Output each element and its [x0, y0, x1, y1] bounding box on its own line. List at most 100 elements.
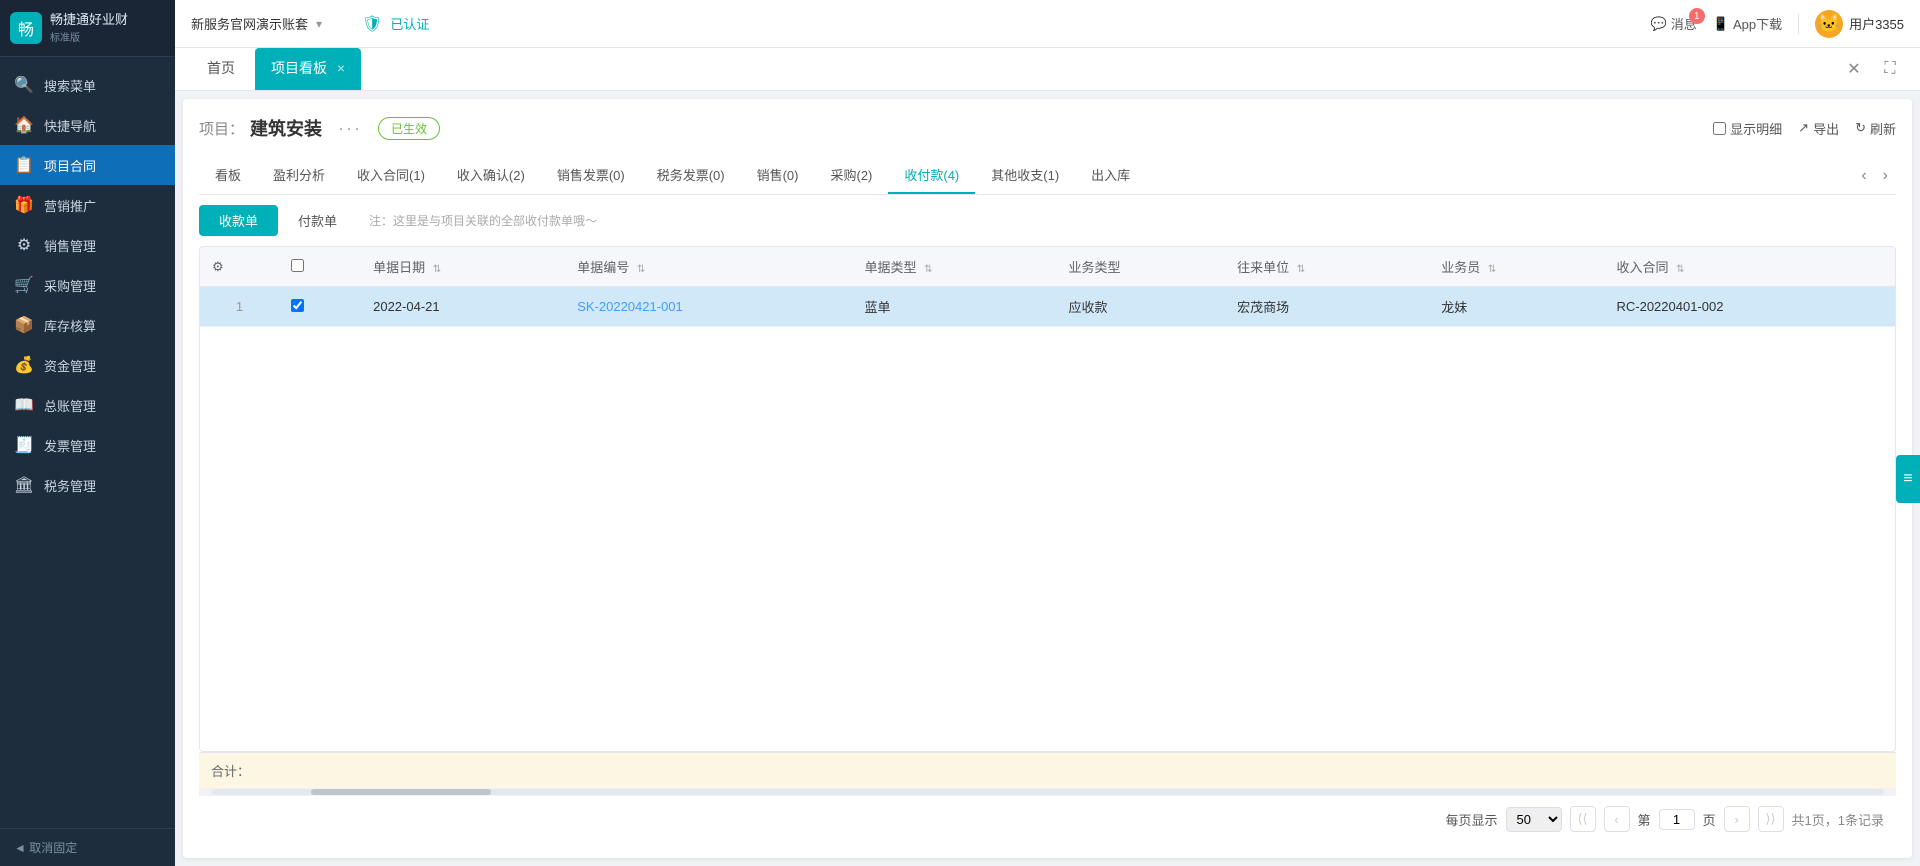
- app-title: 畅捷通好业财: [50, 12, 128, 29]
- sidebar-item-inventory[interactable]: 📦 库存核算: [0, 305, 175, 345]
- bill-number-link[interactable]: SK-20220421-001: [577, 299, 683, 314]
- user-profile-button[interactable]: 🐱 用户3355: [1815, 10, 1904, 38]
- sidebar-item-project-contract[interactable]: 📋 项目合同: [0, 145, 175, 185]
- show-detail-toggle[interactable]: 显示明细: [1713, 119, 1782, 138]
- sidebar-item-capital-mgmt[interactable]: 💰 资金管理: [0, 345, 175, 385]
- content-wrapper: 项目： 建筑安装 ··· 已生效 显示明细 ↗ 导出 ↻ 刷新: [175, 91, 1920, 866]
- project-status-badge: 已生效: [378, 117, 440, 140]
- sidebar-item-tax-mgmt[interactable]: 🏛 税务管理: [0, 465, 175, 505]
- inner-tab-note: 注：这里是与项目关联的全部收付款单哦～: [369, 212, 597, 229]
- sub-tab-income-confirm[interactable]: 收入确认(2): [441, 157, 541, 194]
- float-sidebar-button[interactable]: ≡: [1896, 455, 1920, 503]
- username-label: 用户3355: [1849, 14, 1904, 33]
- sub-tab-sales[interactable]: 销售(0): [741, 157, 815, 194]
- sub-tab-sales-invoice[interactable]: 销售发票(0): [541, 157, 641, 194]
- sub-tab-in-out-label: 出入库: [1091, 168, 1130, 183]
- book-icon: 📖: [14, 395, 34, 415]
- table-income-contract-col[interactable]: 收入合同 ⇅: [1604, 247, 1895, 287]
- refresh-button[interactable]: ↻ 刷新: [1855, 119, 1896, 138]
- tab-project-board[interactable]: 项目看板 ×: [255, 48, 361, 90]
- first-page-button[interactable]: ⟨⟨: [1570, 806, 1596, 832]
- close-window-button[interactable]: ✕: [1840, 55, 1868, 83]
- export-button[interactable]: ↗ 导出: [1798, 119, 1839, 138]
- inner-tabs: 收款单 付款单 注：这里是与项目关联的全部收付款单哦～: [199, 205, 1896, 236]
- sub-tab-tax-invoice-label: 税务发票(0): [657, 168, 725, 183]
- sidebar-label-ledger-mgmt: 总账管理: [44, 396, 96, 415]
- sidebar-item-marketing[interactable]: 🎁 营销推广: [0, 185, 175, 225]
- float-sidebar-icon: ≡: [1903, 470, 1912, 488]
- sub-tab-board-label: 看板: [215, 168, 241, 183]
- sidebar-label-quick-nav: 快捷导航: [44, 116, 96, 135]
- prev-page-button[interactable]: ‹: [1604, 806, 1630, 832]
- tab-project-board-label: 项目看板: [271, 60, 327, 76]
- table-date-col[interactable]: 单据日期 ⇅: [361, 247, 565, 287]
- sub-tab-in-out[interactable]: 出入库: [1075, 157, 1146, 194]
- table-type-col[interactable]: 单据类型 ⇅: [852, 247, 1056, 287]
- sort-icon-income-contract: ⇅: [1676, 264, 1684, 275]
- table-checkbox-col[interactable]: [279, 247, 361, 287]
- sub-tab-receipt[interactable]: 收付款(4): [888, 157, 975, 194]
- export-icon: ↗: [1798, 120, 1809, 136]
- current-page-input[interactable]: [1659, 809, 1695, 830]
- sidebar-item-sales-mgmt[interactable]: ⚙ 销售管理: [0, 225, 175, 265]
- inner-tab-payment-bill[interactable]: 付款单: [278, 205, 357, 236]
- project-label: 项目：: [199, 118, 244, 139]
- sidebar-label-inventory: 库存核算: [44, 316, 96, 335]
- tab-home[interactable]: 首页: [191, 48, 251, 90]
- table-number-col[interactable]: 单据编号 ⇅: [565, 247, 852, 287]
- certified-label: 已认证: [390, 14, 429, 33]
- sidebar-item-invoice-mgmt[interactable]: 🧾 发票管理: [0, 425, 175, 465]
- next-page-button[interactable]: ›: [1724, 806, 1750, 832]
- tabbar: 首页 项目看板 × ✕ ⛶: [175, 48, 1920, 91]
- table-settings-col[interactable]: ⚙: [200, 247, 279, 287]
- scrollbar-thumb[interactable]: [311, 789, 491, 795]
- horizontal-scrollbar[interactable]: [199, 788, 1896, 796]
- sub-tab-tax-invoice[interactable]: 税务发票(0): [641, 157, 741, 194]
- scrollbar-track: [211, 789, 1884, 795]
- inner-tab-receipt-bill[interactable]: 收款单: [199, 205, 278, 236]
- sub-tab-purchase[interactable]: 采购(2): [814, 157, 888, 194]
- sub-tab-board[interactable]: 看板: [199, 157, 257, 194]
- cart-icon: 🛒: [14, 275, 34, 295]
- per-page-select[interactable]: 50 10 20 100: [1506, 807, 1562, 832]
- sub-tab-receipt-label: 收付款(4): [904, 168, 959, 183]
- sidebar-item-search[interactable]: 🔍 搜索菜单: [0, 65, 175, 105]
- gift-icon: 🎁: [14, 195, 34, 215]
- sidebar-label-purchase-mgmt: 采购管理: [44, 276, 96, 295]
- page-label: 第: [1638, 810, 1651, 829]
- sub-tab-next-button[interactable]: ›: [1875, 163, 1896, 189]
- message-button[interactable]: 💬 消息 1: [1651, 14, 1697, 33]
- table-row[interactable]: 1 2022-04-21 SK-20220421-001 蓝单 应收款 宏茂商场: [200, 287, 1895, 327]
- select-all-checkbox[interactable]: [291, 259, 304, 272]
- show-detail-label: 显示明细: [1730, 119, 1782, 138]
- sidebar-item-purchase-mgmt[interactable]: 🛒 采购管理: [0, 265, 175, 305]
- sidebar-item-ledger-mgmt[interactable]: 📖 总账管理: [0, 385, 175, 425]
- row-checkbox-cell[interactable]: [279, 287, 361, 327]
- sub-tab-income-contract[interactable]: 收入合同(1): [341, 157, 441, 194]
- more-options-button[interactable]: ···: [338, 118, 362, 139]
- row-index: 1: [200, 287, 279, 327]
- row-biz-type: 应收款: [1057, 287, 1226, 327]
- refresh-label: 刷新: [1870, 119, 1896, 138]
- table-salesperson-col[interactable]: 业务员 ⇅: [1429, 247, 1604, 287]
- maximize-window-button[interactable]: ⛶: [1876, 55, 1904, 83]
- table-partner-col[interactable]: 往来单位 ⇅: [1225, 247, 1429, 287]
- sidebar-unpin-button[interactable]: ◄ 取消固定: [0, 828, 175, 866]
- sidebar-label-search: 搜索菜单: [44, 76, 96, 95]
- summary-label: 合计：: [211, 764, 250, 779]
- account-dropdown-icon[interactable]: ▾: [316, 17, 322, 31]
- app-logo: 畅: [10, 12, 42, 44]
- app-download-button[interactable]: 📱 App下载: [1713, 14, 1782, 33]
- sub-tab-profit[interactable]: 盈利分析: [257, 157, 341, 194]
- sub-tab-prev-button[interactable]: ‹: [1853, 163, 1874, 189]
- sub-tabs: 看板 盈利分析 收入合同(1) 收入确认(2) 销售发票(0) 税务发票(0): [199, 157, 1896, 195]
- sidebar-nav: 🔍 搜索菜单 🏠 快捷导航 📋 项目合同 🎁 营销推广 ⚙ 销售管理 🛒 采购管…: [0, 57, 175, 828]
- sidebar-item-quick-nav[interactable]: 🏠 快捷导航: [0, 105, 175, 145]
- sub-tab-other-expense[interactable]: 其他收支(1): [975, 157, 1075, 194]
- tab-close-icon[interactable]: ×: [337, 60, 345, 76]
- sidebar-label-invoice-mgmt: 发票管理: [44, 436, 96, 455]
- row-checkbox[interactable]: [291, 299, 304, 312]
- show-detail-checkbox[interactable]: [1713, 122, 1726, 135]
- tab-home-label: 首页: [207, 60, 235, 76]
- last-page-button[interactable]: ⟩⟩: [1758, 806, 1784, 832]
